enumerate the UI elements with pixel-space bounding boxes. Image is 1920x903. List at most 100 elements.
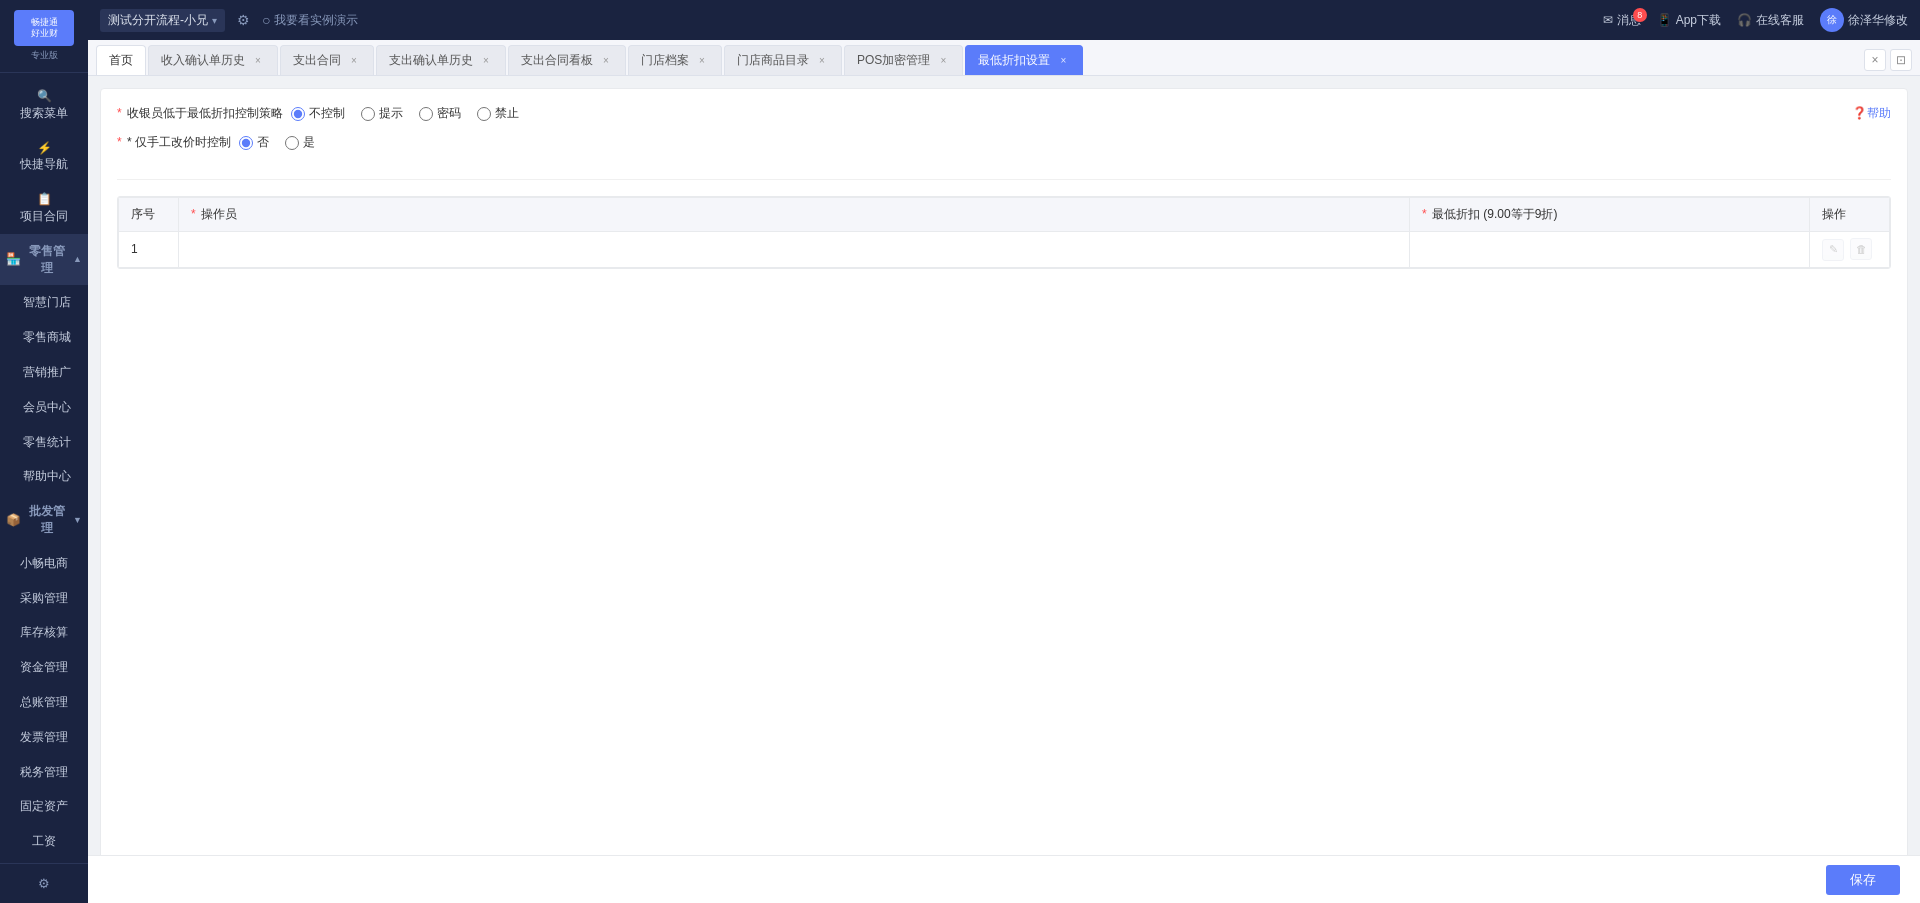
- maximize-tab-btn[interactable]: ⊡: [1890, 49, 1912, 71]
- online-service-action[interactable]: 🎧 在线客服: [1737, 12, 1804, 29]
- sidebar-item-salary[interactable]: 工资: [0, 824, 88, 859]
- edit-row-button[interactable]: ✎: [1822, 239, 1844, 261]
- tab-store-goods-close[interactable]: ×: [815, 54, 829, 68]
- tab-payment-confirm-label: 支出确认单历史: [389, 52, 473, 69]
- strategy-ban-radio[interactable]: [477, 107, 491, 121]
- sidebar-item-project-contract[interactable]: 📋 项目合同: [0, 182, 88, 234]
- sidebar-item-purchase-mgmt[interactable]: 采购管理: [0, 581, 88, 616]
- tab-pos-close[interactable]: ×: [936, 54, 950, 68]
- sidebar-item-help-center[interactable]: 帮助中心: [0, 459, 88, 494]
- manual-yes[interactable]: 是: [285, 134, 315, 151]
- tab-pos-password[interactable]: POS加密管理 ×: [844, 45, 963, 75]
- strategy-ban-label: 禁止: [495, 105, 519, 122]
- strategy-radio-group: 不控制 提示 密码 禁止: [291, 105, 519, 122]
- retail-mall-label: 零售商城: [23, 329, 71, 346]
- sidebar: 畅捷通好业财 专业版 🔍 搜索菜单 ⚡ 快捷导航 📋 项目合同 🏪 零售管理 ▲…: [0, 0, 88, 903]
- tab-home-label: 首页: [109, 52, 133, 69]
- save-button[interactable]: 保存: [1826, 865, 1900, 895]
- tab-store-goods[interactable]: 门店商品目录 ×: [724, 45, 842, 75]
- sidebar-item-member-center[interactable]: 会员中心: [0, 390, 88, 425]
- tab-payment-board-close[interactable]: ×: [599, 54, 613, 68]
- ecommerce-label: 小畅电商: [20, 555, 68, 572]
- sidebar-item-retail-mgmt[interactable]: 🏪 零售管理 ▲: [0, 234, 88, 286]
- sidebar-item-label: 项目合同: [20, 208, 68, 225]
- sidebar-item-wholesale-mgmt[interactable]: 📦 批发管理 ▼: [0, 494, 88, 546]
- strategy-label-text: 收银员低于最低折扣控制策略: [127, 106, 283, 120]
- shortcuts-icon: ⚡: [37, 140, 52, 157]
- table-row: 1 ✎ 🗑: [119, 232, 1890, 268]
- topbar-settings-icon[interactable]: ⚙: [237, 12, 250, 28]
- strategy-password-radio[interactable]: [419, 107, 433, 121]
- sidebar-item-smart-store[interactable]: 智慧门店: [0, 285, 88, 320]
- tab-min-discount-close[interactable]: ×: [1056, 54, 1070, 68]
- help-link[interactable]: ❓帮助: [1852, 105, 1891, 122]
- close-tab-btn[interactable]: ×: [1864, 49, 1886, 71]
- sidebar-item-tax-mgmt[interactable]: 税务管理: [0, 755, 88, 790]
- sidebar-item-capital-mgmt[interactable]: 资金管理: [0, 650, 88, 685]
- sidebar-item-shortcuts[interactable]: ⚡ 快捷导航: [0, 131, 88, 183]
- strategy-ban[interactable]: 禁止: [477, 105, 519, 122]
- discount-table: 序号 * 操作员 * 最低折扣 (9.00等于9折) 操作: [118, 197, 1890, 268]
- row-discount: [1410, 232, 1810, 268]
- sidebar-item-retail-mall[interactable]: 零售商城: [0, 320, 88, 355]
- tab-payment-confirm-close[interactable]: ×: [479, 54, 493, 68]
- manual-radio-group: 否 是: [239, 134, 315, 151]
- sidebar-item-inventory[interactable]: 库存核算: [0, 615, 88, 650]
- tab-store-file-close[interactable]: ×: [695, 54, 709, 68]
- sidebar-item-retail-stats[interactable]: 零售统计: [0, 425, 88, 460]
- app-download-action[interactable]: 📱 App下载: [1657, 12, 1721, 29]
- strategy-tip[interactable]: 提示: [361, 105, 403, 122]
- purchase-label: 采购管理: [20, 590, 68, 607]
- retail-stats-label: 零售统计: [23, 434, 71, 451]
- strategy-tip-label: 提示: [379, 105, 403, 122]
- logo-image: 畅捷通好业财: [14, 10, 74, 46]
- message-action[interactable]: ✉ 消息 8: [1603, 12, 1641, 29]
- discount-header-text: 最低折扣 (9.00等于9折): [1432, 207, 1557, 221]
- topbar-project[interactable]: 测试分开流程-小兄 ▾: [100, 9, 225, 32]
- strategy-no-control-radio[interactable]: [291, 107, 305, 121]
- topbar-user[interactable]: 徐 徐泽华修改: [1820, 8, 1908, 32]
- sidebar-item-fixed-assets[interactable]: 固定资产: [0, 789, 88, 824]
- sidebar-item-label: 快捷导航: [20, 156, 68, 173]
- tab-income-history[interactable]: 收入确认单历史 ×: [148, 45, 278, 75]
- sidebar-item-general-ledger[interactable]: 总账管理: [0, 685, 88, 720]
- sidebar-settings[interactable]: ⚙: [0, 863, 88, 903]
- tab-payment-contract[interactable]: 支出合同 ×: [280, 45, 374, 75]
- general-ledger-label: 总账管理: [20, 694, 68, 711]
- search-icon: 🔍: [37, 88, 52, 105]
- demo-label: 我要看实例演示: [274, 12, 358, 29]
- sidebar-item-marketing[interactable]: 营销推广: [0, 355, 88, 390]
- sidebar-item-search[interactable]: 🔍 搜索菜单: [0, 79, 88, 131]
- topbar-demo[interactable]: ○ 我要看实例演示: [262, 12, 358, 29]
- tab-min-discount[interactable]: 最低折扣设置 ×: [965, 45, 1083, 75]
- tab-payment-contract-close[interactable]: ×: [347, 54, 361, 68]
- sidebar-item-label: 批发管理: [25, 503, 69, 537]
- row-seq: 1: [119, 232, 179, 268]
- sidebar-logo: 畅捷通好业财 专业版: [0, 0, 88, 73]
- tab-payment-contract-board[interactable]: 支出合同看板 ×: [508, 45, 626, 75]
- manual-yes-radio[interactable]: [285, 136, 299, 150]
- tab-home[interactable]: 首页: [96, 45, 146, 75]
- wholesale-icon: 📦: [6, 512, 21, 529]
- table-header-row: 序号 * 操作员 * 最低折扣 (9.00等于9折) 操作: [119, 198, 1890, 232]
- settings-icon: ⚙: [38, 876, 50, 891]
- project-icon: 📋: [37, 191, 52, 208]
- tab-store-file[interactable]: 门店档案 ×: [628, 45, 722, 75]
- content-area: ❓帮助 * 收银员低于最低折扣控制策略 不控制: [88, 76, 1920, 903]
- sidebar-item-invoice-mgmt[interactable]: 发票管理: [0, 720, 88, 755]
- strategy-required-marker: *: [117, 106, 122, 120]
- sidebar-item-ecommerce[interactable]: 小畅电商: [0, 546, 88, 581]
- salary-label: 工资: [32, 833, 56, 850]
- manual-no-radio[interactable]: [239, 136, 253, 150]
- strategy-no-control[interactable]: 不控制: [291, 105, 345, 122]
- tab-payment-confirm-history[interactable]: 支出确认单历史 ×: [376, 45, 506, 75]
- delete-row-button[interactable]: 🗑: [1850, 238, 1872, 260]
- manual-no-label: 否: [257, 134, 269, 151]
- strategy-password[interactable]: 密码: [419, 105, 461, 122]
- manual-no[interactable]: 否: [239, 134, 269, 151]
- col-seq-header: 序号: [119, 198, 179, 232]
- app-download-label: App下载: [1676, 12, 1721, 29]
- strategy-tip-radio[interactable]: [361, 107, 375, 121]
- tab-income-history-close[interactable]: ×: [251, 54, 265, 68]
- manual-row: * * 仅手工改价时控制 否 是: [117, 134, 1891, 151]
